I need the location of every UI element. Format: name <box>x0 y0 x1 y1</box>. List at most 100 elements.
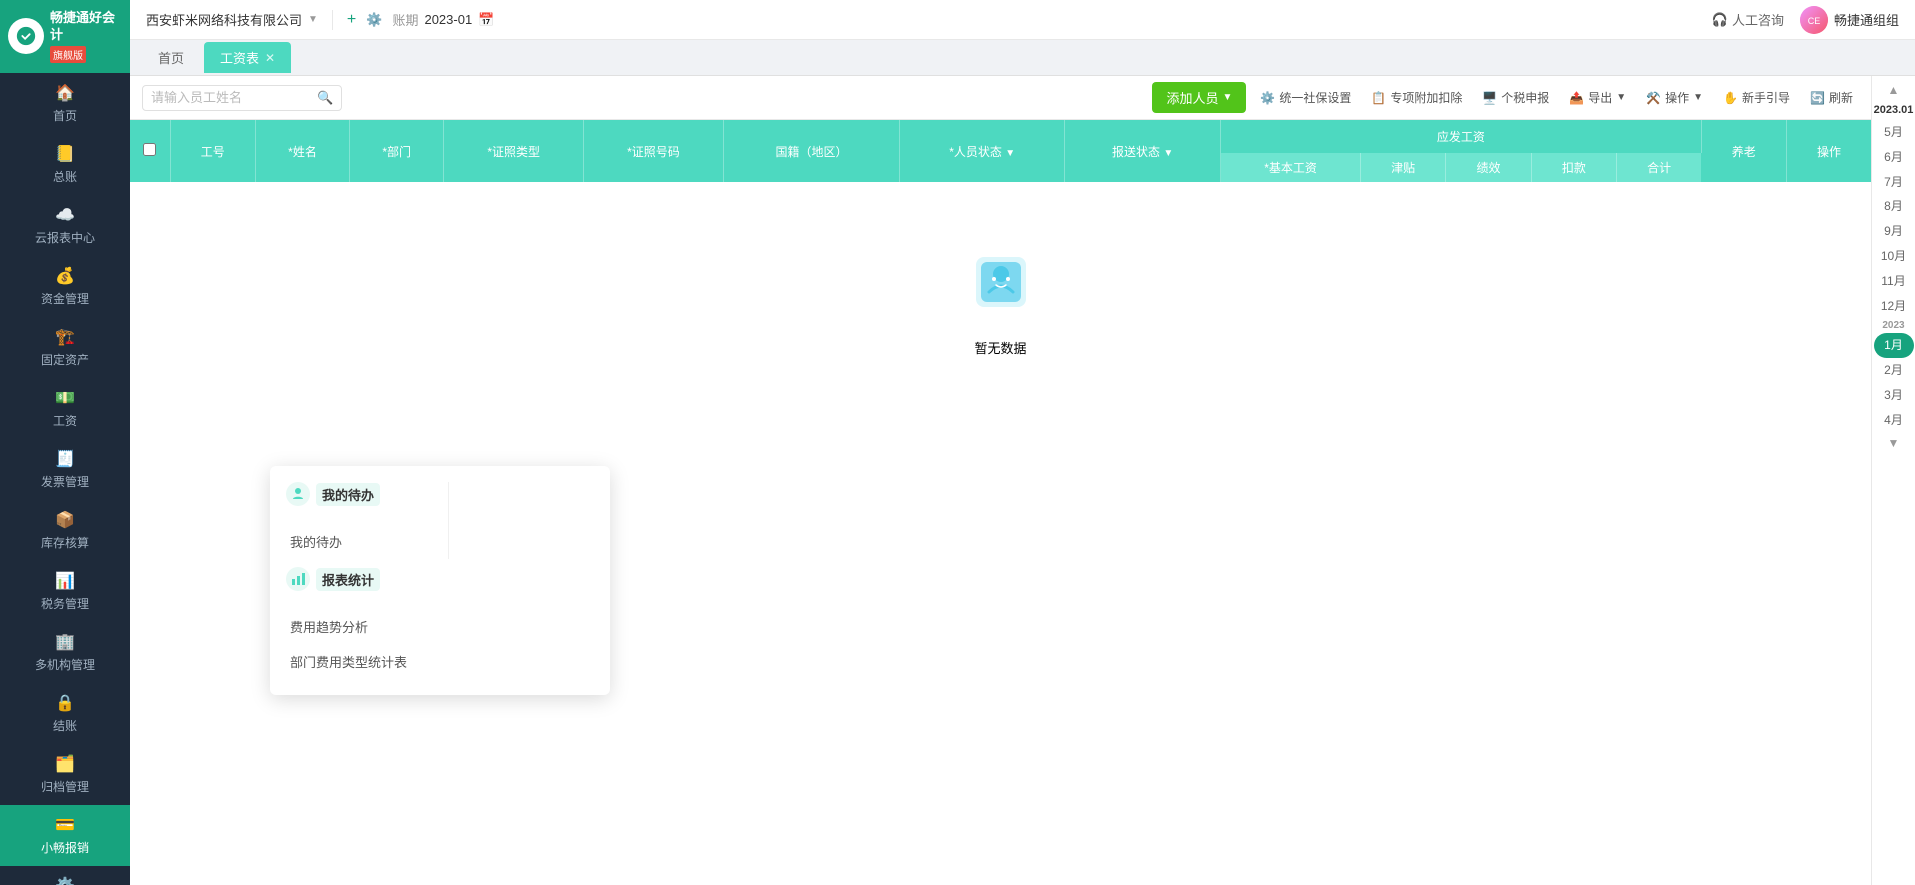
th-id-type: *证照类型 <box>444 120 584 182</box>
sidebar-label-archive: 归档管理 <box>41 778 89 795</box>
tax-report-icon: 🖥️ <box>1482 91 1497 105</box>
support-button[interactable]: 🎧 人工咨询 <box>1712 10 1784 29</box>
date-nav-up[interactable]: ▲ <box>1878 80 1910 100</box>
add-icon[interactable]: + <box>347 11 356 29</box>
social-insurance-icon: ⚙️ <box>1260 91 1275 105</box>
dropdown-popup: 我的待办 我的待办 报表统计 费用趋势 <box>270 466 610 695</box>
logo-icon <box>8 18 44 54</box>
sidebar-item-tax[interactable]: 📊 税务管理 <box>0 561 130 622</box>
date-item-5[interactable]: 5月 <box>1874 120 1914 145</box>
todo-section-label: 我的待办 <box>316 483 380 506</box>
settings-icon[interactable]: ⚙️ <box>366 12 382 28</box>
content-area: 🔍 添加人员 ▼ ⚙️ 统一社保设置 📋 专项附加扣除 <box>130 76 1871 885</box>
date-item-1[interactable]: 1月 <box>1874 333 1914 358</box>
social-insurance-action[interactable]: ⚙️ 统一社保设置 <box>1254 85 1357 110</box>
sidebar-item-basic-settings[interactable]: ⚙️ 基础设置 <box>0 866 130 885</box>
sidebar-item-ledger[interactable]: 📒 总账 <box>0 134 130 195</box>
date-item-11[interactable]: 11月 <box>1874 269 1914 294</box>
tax-report-action[interactable]: 🖥️ 个税申报 <box>1476 85 1555 110</box>
th-salary-group: 应发工资 <box>1221 120 1701 153</box>
sidebar-item-cloud-report[interactable]: ☁️ 云报表中心 <box>0 195 130 256</box>
expense-icon: 💳 <box>55 815 75 835</box>
special-deduct-action[interactable]: 📋 专项附加扣除 <box>1365 85 1468 110</box>
home-icon: 🏠 <box>55 83 75 103</box>
topbar: 西安虾米网络科技有限公司 ▼ + ⚙️ 账期 2023-01 📅 🎧 人工咨询 <box>130 0 1915 40</box>
ledger-icon: 📒 <box>55 144 75 164</box>
tab-home-label: 首页 <box>158 48 184 67</box>
th-deduct: 扣款 <box>1531 153 1616 182</box>
sidebar-item-invoice[interactable]: 🧾 发票管理 <box>0 439 130 500</box>
sidebar-item-inventory[interactable]: 📦 库存核算 <box>0 500 130 561</box>
popup-section-todo: 我的待办 我的待办 <box>286 482 436 559</box>
date-item-9[interactable]: 9月 <box>1874 219 1914 244</box>
new-guide-icon: ✋ <box>1723 91 1738 105</box>
operations-icon: ⚒️ <box>1646 91 1661 105</box>
sidebar-item-salary[interactable]: 💵 工资 <box>0 378 130 439</box>
sidebar-item-closing[interactable]: 🔒 结账 <box>0 683 130 744</box>
tab-salary-table[interactable]: 工资表 ✕ <box>204 42 291 73</box>
svg-text:CE: CE <box>1808 16 1821 26</box>
toolbar-right: 添加人员 ▼ ⚙️ 统一社保设置 📋 专项附加扣除 🖥️ <box>1152 82 1859 113</box>
tax-icon: 📊 <box>55 571 75 591</box>
add-person-button[interactable]: 添加人员 ▼ <box>1152 82 1246 113</box>
sidebar-label-salary: 工资 <box>53 412 77 429</box>
period-selector[interactable]: 账期 2023-01 📅 <box>392 10 494 29</box>
inventory-icon: 📦 <box>55 510 75 530</box>
date-item-6[interactable]: 6月 <box>1874 145 1914 170</box>
report-filter-icon[interactable]: ▼ <box>1163 148 1173 159</box>
status-filter-icon[interactable]: ▼ <box>1005 148 1015 159</box>
empty-state: 暂无数据 <box>130 182 1871 417</box>
support-icon: 🎧 <box>1712 12 1728 28</box>
export-icon: 📤 <box>1569 91 1584 105</box>
tab-salary-label: 工资表 <box>220 48 259 67</box>
special-deduct-label: 专项附加扣除 <box>1390 89 1462 106</box>
th-department: *部门 <box>350 120 444 182</box>
export-label: 导出 <box>1588 89 1612 106</box>
date-item-7[interactable]: 7月 <box>1874 170 1914 195</box>
date-item-4[interactable]: 4月 <box>1874 408 1914 433</box>
new-guide-label: 新手引导 <box>1742 89 1790 106</box>
popup-item-trend[interactable]: 费用趋势分析 <box>286 609 436 644</box>
th-report-status: 报送状态 ▼ <box>1065 120 1221 182</box>
date-item-8[interactable]: 8月 <box>1874 194 1914 219</box>
date-item-2[interactable]: 2月 <box>1874 358 1914 383</box>
sidebar-item-archive[interactable]: 🗂️ 归档管理 <box>0 744 130 805</box>
search-icon[interactable]: 🔍 <box>317 90 333 106</box>
new-guide-action[interactable]: ✋ 新手引导 <box>1717 85 1796 110</box>
sidebar-item-fixed-assets[interactable]: 🏗️ 固定资产 <box>0 317 130 378</box>
tab-close-icon[interactable]: ✕ <box>265 51 275 65</box>
refresh-action[interactable]: 🔄 刷新 <box>1804 85 1859 110</box>
sidebar-item-multi-org[interactable]: 🏢 多机构管理 <box>0 622 130 683</box>
calendar-icon: 📅 <box>478 12 494 28</box>
date-item-3[interactable]: 3月 <box>1874 383 1914 408</box>
date-item-12[interactable]: 12月 <box>1874 294 1914 319</box>
sidebar-item-expense[interactable]: 💳 小畅报销 <box>0 805 130 866</box>
search-input[interactable] <box>151 90 311 105</box>
tab-home[interactable]: 首页 <box>142 42 200 73</box>
sidebar-label-inventory: 库存核算 <box>41 534 89 551</box>
invoice-icon: 🧾 <box>55 449 75 469</box>
popup-item-todo[interactable]: 我的待办 <box>286 524 436 559</box>
company-selector[interactable]: 西安虾米网络科技有限公司 ▼ <box>146 10 318 29</box>
popup-item-dept-stats[interactable]: 部门费用类型统计表 <box>286 644 436 679</box>
export-action[interactable]: 📤 导出 ▼ <box>1563 85 1632 110</box>
logo[interactable]: 畅捷通好会计 旗舰版 <box>0 0 130 73</box>
select-all-checkbox[interactable] <box>143 143 156 156</box>
sidebar-label-ledger: 总账 <box>53 168 77 185</box>
date-nav-down[interactable]: ▼ <box>1878 433 1910 453</box>
company-name: 西安虾米网络科技有限公司 <box>146 10 302 29</box>
date-item-10[interactable]: 10月 <box>1874 244 1914 269</box>
user-info[interactable]: CE 畅捷通组组 <box>1800 6 1899 34</box>
popup-vertical-divider <box>448 482 449 559</box>
sidebar-item-fund[interactable]: 💰 资金管理 <box>0 256 130 317</box>
operations-action[interactable]: ⚒️ 操作 ▼ <box>1640 85 1709 110</box>
fund-icon: 💰 <box>55 266 75 286</box>
salary-icon: 💵 <box>55 388 75 408</box>
th-status: *人员状态 ▼ <box>900 120 1065 182</box>
th-checkbox[interactable] <box>130 120 170 182</box>
th-name: *姓名 <box>255 120 349 182</box>
sidebar-item-home[interactable]: 🏠 首页 <box>0 73 130 134</box>
period-value: 2023-01 <box>424 12 472 27</box>
th-pension: 养老 <box>1701 120 1786 182</box>
date-year-2023: 2023 <box>1882 318 1904 333</box>
